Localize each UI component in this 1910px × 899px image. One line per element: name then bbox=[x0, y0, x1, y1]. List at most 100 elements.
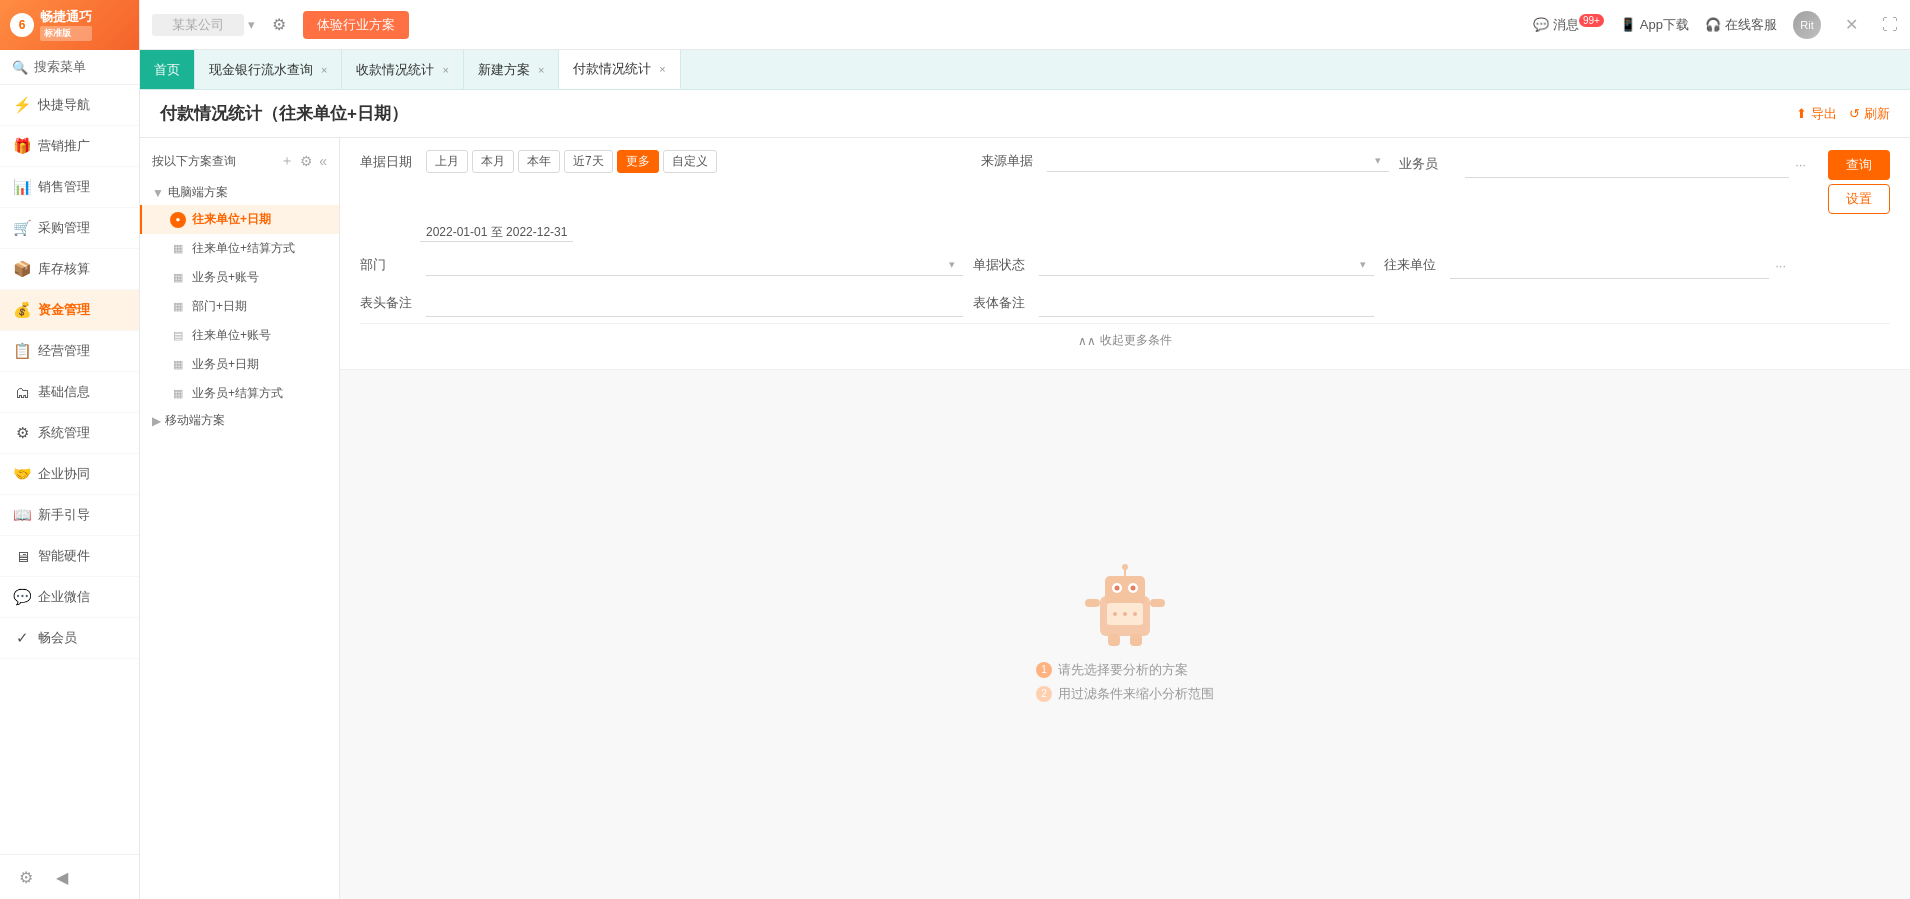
query-btn[interactable]: 查询 bbox=[1828, 150, 1890, 180]
tab-receipt-stats[interactable]: 收款情况统计 × bbox=[342, 50, 463, 90]
svg-point-4 bbox=[1115, 585, 1120, 590]
sidebar-item-inventory[interactable]: 📦 库存核算 bbox=[0, 249, 139, 290]
service-btn[interactable]: 🎧 在线客服 bbox=[1705, 16, 1777, 34]
collapse-bar: ∧∧ 收起更多条件 bbox=[360, 323, 1890, 357]
collapse-more-btn[interactable]: ∧∧ 收起更多条件 bbox=[1078, 332, 1172, 349]
refresh-btn[interactable]: ↺ 刷新 bbox=[1849, 105, 1890, 123]
scheme-item-counterpart-settle[interactable]: ▦ 往来单位+结算方式 bbox=[140, 234, 339, 263]
source-select[interactable]: ▾ bbox=[1047, 150, 1388, 172]
scheme-item-counterpart-date[interactable]: ● 往来单位+日期 bbox=[140, 205, 339, 234]
tab-receipt-stats-close[interactable]: × bbox=[442, 64, 448, 76]
this-year-btn[interactable]: 本年 bbox=[518, 150, 560, 173]
sidebar-item-label: 营销推广 bbox=[38, 137, 90, 155]
doc-status-label: 单据状态 bbox=[973, 256, 1033, 274]
finance-icon: 💰 bbox=[12, 300, 32, 320]
service-label: 在线客服 bbox=[1725, 16, 1777, 34]
page-header-actions: ⬆ 导出 ↺ 刷新 bbox=[1796, 105, 1890, 123]
sidebar-item-purchase[interactable]: 🛒 采购管理 bbox=[0, 208, 139, 249]
svg-point-15 bbox=[1133, 612, 1137, 616]
topbar-expand-btn[interactable]: ⛶ bbox=[1882, 16, 1898, 34]
tab-new-scheme[interactable]: 新建方案 × bbox=[464, 50, 559, 90]
export-btn[interactable]: ⬆ 导出 bbox=[1796, 105, 1837, 123]
this-month-btn[interactable]: 本月 bbox=[472, 150, 514, 173]
scheme-item-staff-date[interactable]: ▦ 业务员+日期 bbox=[140, 350, 339, 379]
sidebar-item-corp-collab[interactable]: 🤝 企业协同 bbox=[0, 454, 139, 495]
sidebar-item-smart-hw[interactable]: 🖥 智能硬件 bbox=[0, 536, 139, 577]
sidebar-item-operation[interactable]: 📋 经营管理 bbox=[0, 331, 139, 372]
scheme-add-btn[interactable]: ＋ bbox=[280, 152, 294, 170]
tip-2: 2 用过滤条件来缩小分析范围 bbox=[1036, 685, 1214, 703]
bar-icon: ▤ bbox=[170, 328, 186, 344]
sidebar-item-finance[interactable]: 💰 资金管理 bbox=[0, 290, 139, 331]
table-icon: ▦ bbox=[170, 270, 186, 286]
footer-settings-btn[interactable]: ⚙ bbox=[12, 863, 40, 891]
msg-btn[interactable]: 💬 消息 99+ bbox=[1533, 16, 1604, 34]
search-label: 搜索菜单 bbox=[34, 58, 86, 76]
msg-badge: 99+ bbox=[1579, 14, 1604, 27]
tab-bank-flow-close[interactable]: × bbox=[321, 64, 327, 76]
sidebar-item-guide[interactable]: 📖 新手引导 bbox=[0, 495, 139, 536]
scheme-item-dept-date[interactable]: ▦ 部门+日期 bbox=[140, 292, 339, 321]
last-7days-btn[interactable]: 近7天 bbox=[564, 150, 613, 173]
sidebar-item-label: 经营管理 bbox=[38, 342, 90, 360]
logo-text: 畅捷通巧 标准版 bbox=[40, 9, 92, 41]
main-area: 某某公司 ▾ ⚙ 体验行业方案 💬 消息 99+ 📱 App下载 🎧 在线客服 … bbox=[140, 0, 1910, 899]
doc-status-select[interactable]: ▾ bbox=[1039, 254, 1375, 276]
sidebar-item-sales[interactable]: 📊 销售管理 bbox=[0, 167, 139, 208]
scheme-collapse-btn[interactable]: « bbox=[319, 153, 327, 169]
mobile-scheme-group[interactable]: ▶ 移动端方案 bbox=[140, 408, 339, 433]
scheme-settings-btn[interactable]: ⚙ bbox=[300, 153, 313, 169]
last-month-btn[interactable]: 上月 bbox=[426, 150, 468, 173]
tab-new-scheme-close[interactable]: × bbox=[538, 64, 544, 76]
sidebar-item-marketing[interactable]: 🎁 营销推广 bbox=[0, 126, 139, 167]
scheme-item-staff-account[interactable]: ▦ 业务员+账号 bbox=[140, 263, 339, 292]
sidebar-item-basic-info[interactable]: 🗂 基础信息 bbox=[0, 372, 139, 413]
footer-collapse-btn[interactable]: ◀ bbox=[48, 863, 76, 891]
settings-btn[interactable]: 设置 bbox=[1828, 184, 1890, 214]
page-title: 付款情况统计（往来单位+日期） bbox=[160, 102, 408, 125]
pc-scheme-group[interactable]: ▼ 电脑端方案 bbox=[140, 180, 339, 205]
industry-btn[interactable]: 体验行业方案 bbox=[303, 11, 409, 39]
scheme-item-label: 业务员+日期 bbox=[192, 356, 259, 373]
sidebar-search[interactable]: 🔍 搜索菜单 bbox=[0, 50, 139, 85]
tip-1-text: 请先选择要分析的方案 bbox=[1058, 661, 1188, 679]
sidebar-footer: ⚙ ◀ bbox=[0, 854, 139, 899]
date-label: 单据日期 bbox=[360, 153, 420, 171]
sidebar-item-membership[interactable]: ✓ 畅会员 bbox=[0, 618, 139, 659]
sidebar-item-quick-nav[interactable]: ⚡ 快捷导航 bbox=[0, 85, 139, 126]
tab-payment-stats-close[interactable]: × bbox=[659, 63, 665, 75]
sidebar-item-sys-manage[interactable]: ⚙ 系统管理 bbox=[0, 413, 139, 454]
company-dropdown-icon[interactable]: ▾ bbox=[248, 17, 255, 32]
topbar-right: 💬 消息 99+ 📱 App下载 🎧 在线客服 Rit ✕ ⛶ bbox=[1533, 11, 1898, 39]
topbar: 某某公司 ▾ ⚙ 体验行业方案 💬 消息 99+ 📱 App下载 🎧 在线客服 … bbox=[140, 0, 1910, 50]
custom-btn[interactable]: 自定义 bbox=[663, 150, 717, 173]
staff-ellipsis-btn[interactable]: ··· bbox=[1795, 157, 1806, 172]
scheme-panel: 按以下方案查询 ＋ ⚙ « ▼ 电脑端方案 ● 往来单位+日期 ▦ bbox=[140, 138, 340, 899]
scheme-item-staff-settle[interactable]: ▦ 业务员+结算方式 bbox=[140, 379, 339, 408]
scheme-item-label: 往来单位+日期 bbox=[192, 211, 271, 228]
company-selector[interactable]: 某某公司 ▾ bbox=[152, 14, 255, 36]
scheme-item-counterpart-account[interactable]: ▤ 往来单位+账号 bbox=[140, 321, 339, 350]
topbar-close-btn[interactable]: ✕ bbox=[1845, 15, 1858, 34]
counterpart-ellipsis-btn[interactable]: ··· bbox=[1775, 258, 1786, 273]
svg-point-7 bbox=[1122, 564, 1128, 570]
user-avatar[interactable]: Rit bbox=[1793, 11, 1821, 39]
dept-select[interactable]: ▾ bbox=[426, 254, 963, 276]
sidebar-item-label: 资金管理 bbox=[38, 301, 90, 319]
tab-bank-flow[interactable]: 现金银行流水查询 × bbox=[195, 50, 342, 90]
tab-home[interactable]: 首页 bbox=[140, 50, 195, 90]
dept-label: 部门 bbox=[360, 256, 420, 274]
app-download-btn[interactable]: 📱 App下载 bbox=[1620, 16, 1689, 34]
table-icon: ▦ bbox=[170, 241, 186, 257]
sidebar-item-corp-wechat[interactable]: 💬 企业微信 bbox=[0, 577, 139, 618]
tab-payment-stats[interactable]: 付款情况统计 × bbox=[559, 50, 680, 90]
sidebar-item-label: 采购管理 bbox=[38, 219, 90, 237]
more-btn[interactable]: 更多 bbox=[617, 150, 659, 173]
app-icon: 📱 bbox=[1620, 17, 1636, 32]
topbar-settings-btn[interactable]: ⚙ bbox=[265, 11, 293, 39]
tip-1: 1 请先选择要分析的方案 bbox=[1036, 661, 1214, 679]
tip-1-num: 1 bbox=[1036, 662, 1052, 678]
tab-payment-stats-label: 付款情况统计 bbox=[573, 60, 651, 78]
tabs-bar: 首页 现金银行流水查询 × 收款情况统计 × 新建方案 × 付款情况统计 × bbox=[140, 50, 1910, 90]
wechat-icon: 💬 bbox=[12, 587, 32, 607]
